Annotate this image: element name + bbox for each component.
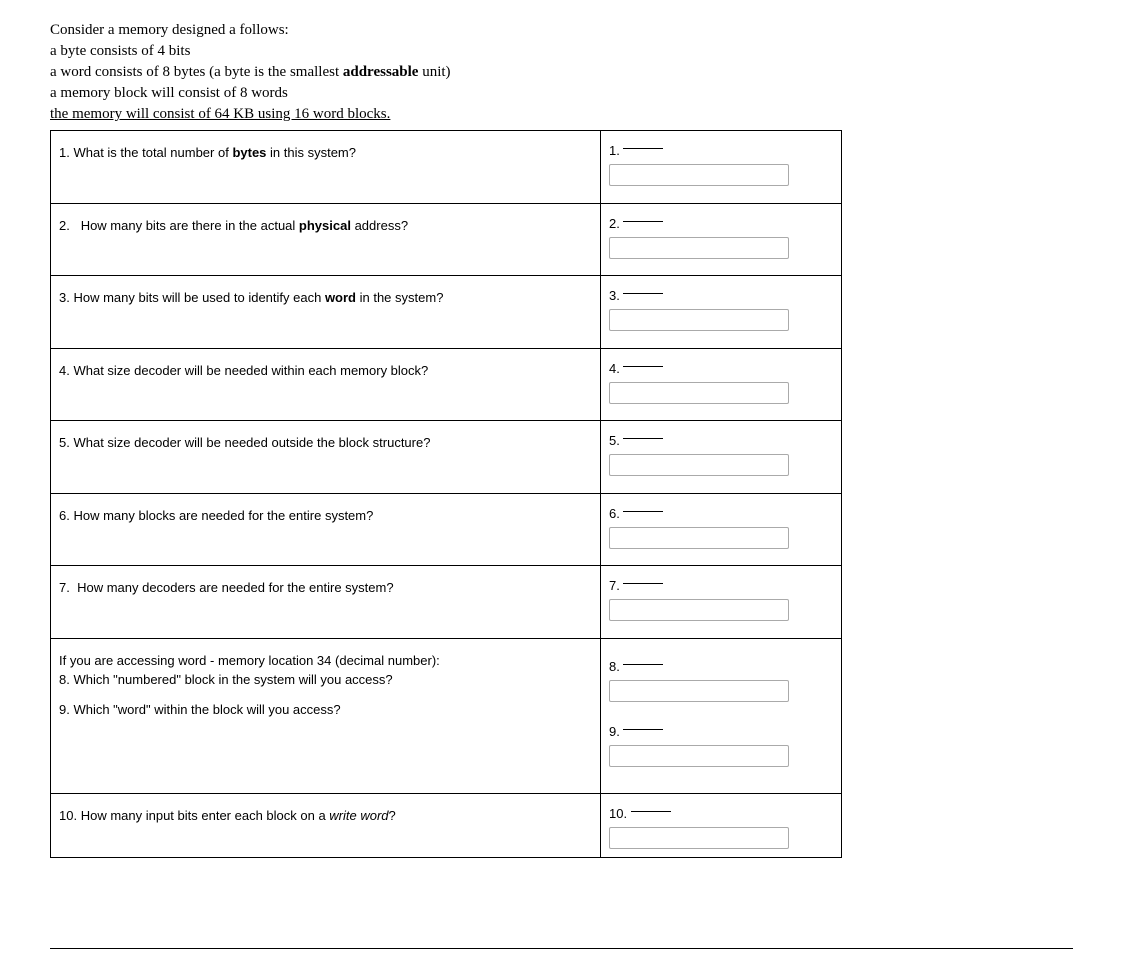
table-row: 1. What is the total number of bytes in … [51,131,842,204]
table-row: 10. How many input bits enter each block… [51,793,842,857]
intro-line-4: a memory block will consist of 8 words [50,83,1073,104]
blank-line [631,811,671,812]
answer-input-9[interactable] [609,745,789,767]
answer-input-1[interactable] [609,164,789,186]
questions-table: 1. What is the total number of bytes in … [50,130,842,858]
answer-cell-8-9: 8. 9. [601,638,842,793]
answer-cell-2: 2. [601,203,842,276]
question-cell-3: 3. How many bits will be used to identif… [51,276,601,349]
answer-cell-10: 10. [601,793,842,857]
answer-input-10[interactable] [609,827,789,849]
answer-cell-1: 1. [601,131,842,204]
blank-line [623,664,663,665]
answer-input-4[interactable] [609,382,789,404]
answer-input-6[interactable] [609,527,789,549]
answer-cell-6: 6. [601,493,842,566]
answer-cell-3: 3. [601,276,842,349]
intro-line-5: the memory will consist of 64 KB using 1… [50,104,1073,125]
table-row: 5. What size decoder will be needed outs… [51,421,842,494]
intro-line-1: Consider a memory designed a follows: [50,20,1073,41]
answer-cell-7: 7. [601,566,842,639]
table-row: 6. How many blocks are needed for the en… [51,493,842,566]
table-row: 7. How many decoders are needed for the … [51,566,842,639]
blank-line [623,438,663,439]
question-cell-7: 7. How many decoders are needed for the … [51,566,601,639]
question-cell-8-9: If you are accessing word - memory locat… [51,638,601,793]
blank-line [623,221,663,222]
blank-line [623,366,663,367]
table-row: If you are accessing word - memory locat… [51,638,842,793]
answer-input-7[interactable] [609,599,789,621]
question-cell-6: 6. How many blocks are needed for the en… [51,493,601,566]
question-cell-2: 2. How many bits are there in the actual… [51,203,601,276]
question-cell-4: 4. What size decoder will be needed with… [51,348,601,421]
answer-input-8[interactable] [609,680,789,702]
question-cell-10: 10. How many input bits enter each block… [51,793,601,857]
intro-line-2: a byte consists of 4 bits [50,41,1073,62]
table-row: 2. How many bits are there in the actual… [51,203,842,276]
answer-input-5[interactable] [609,454,789,476]
intro-line-3: a word consists of 8 bytes (a byte is th… [50,62,1073,83]
answer-input-2[interactable] [609,237,789,259]
answer-input-3[interactable] [609,309,789,331]
table-row: 3. How many bits will be used to identif… [51,276,842,349]
blank-line [623,148,663,149]
answer-cell-5: 5. [601,421,842,494]
answer-cell-4: 4. [601,348,842,421]
bottom-divider [50,948,1073,949]
question-cell-5: 5. What size decoder will be needed outs… [51,421,601,494]
table-row: 4. What size decoder will be needed with… [51,348,842,421]
blank-line [623,583,663,584]
blank-line [623,293,663,294]
question-cell-1: 1. What is the total number of bytes in … [51,131,601,204]
blank-line [623,729,663,730]
blank-line [623,511,663,512]
intro-block: Consider a memory designed a follows: a … [50,20,1073,125]
